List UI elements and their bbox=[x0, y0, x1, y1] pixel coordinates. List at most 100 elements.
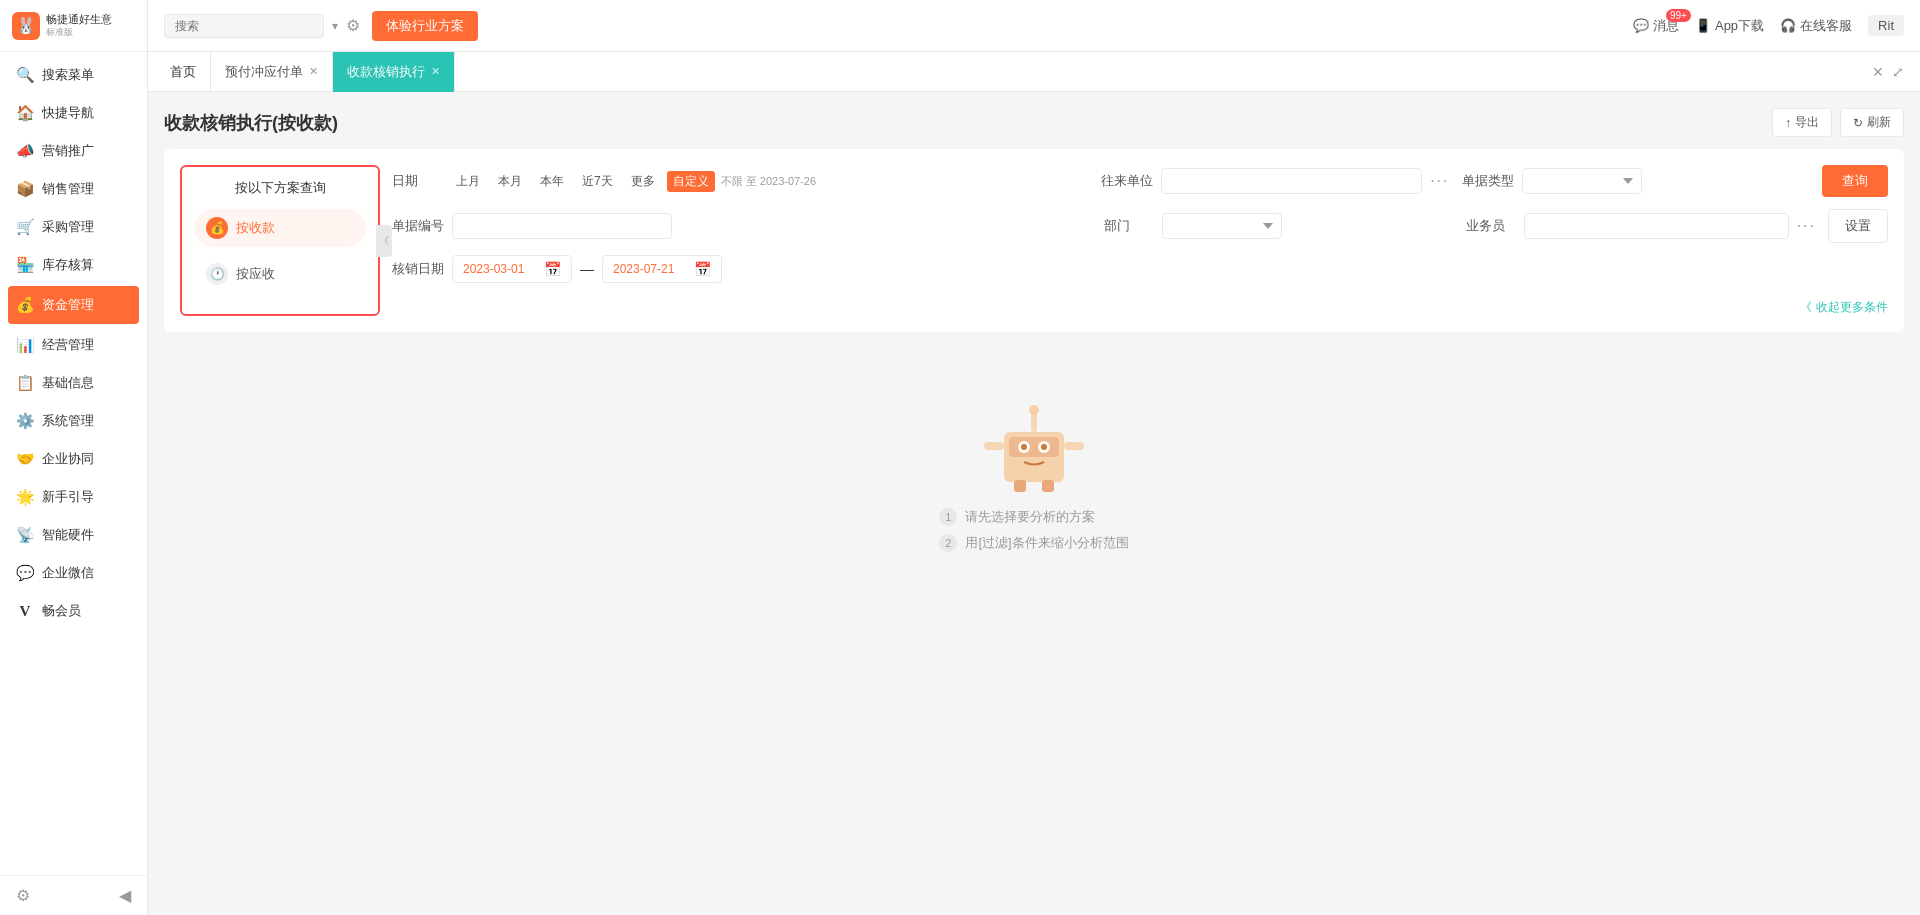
solution-button[interactable]: 体验行业方案 bbox=[372, 11, 478, 41]
staff-more-icon[interactable]: ··· bbox=[1797, 217, 1816, 235]
service-icon: 🎧 bbox=[1780, 18, 1796, 33]
sidebar-item-inventory[interactable]: 🏪 库存核算 bbox=[0, 246, 147, 284]
bill-type-select[interactable] bbox=[1522, 168, 1642, 194]
logo-icon: 🐰 bbox=[12, 12, 40, 40]
partner-label: 往来单位 bbox=[1101, 172, 1153, 190]
tab-receipt-close-icon[interactable]: ✕ bbox=[431, 65, 440, 78]
main-area: ▾ ⚙ 体验行业方案 💬 消息 99+ 📱 App下载 🎧 在线客服 Rit bbox=[148, 0, 1920, 915]
sidebar-item-system-mgmt[interactable]: ⚙️ 系统管理 bbox=[0, 402, 147, 440]
sidebar-item-quick-nav[interactable]: 🏠 快捷导航 bbox=[0, 94, 147, 132]
export-label: 导出 bbox=[1795, 114, 1819, 131]
sidebar-settings-icon[interactable]: ⚙ bbox=[16, 886, 30, 905]
date-shortcut-thisyear[interactable]: 本年 bbox=[534, 171, 570, 192]
filter-option-by-receivable[interactable]: 🕐 按应收 bbox=[194, 255, 366, 293]
gear-icon[interactable]: ⚙ bbox=[346, 16, 360, 35]
page-content: 收款核销执行(按收款) ↑ 导出 ↻ 刷新 按以下方案查询 💰 按收款 bbox=[148, 92, 1920, 915]
date-shortcut-lastmonth[interactable]: 上月 bbox=[450, 171, 486, 192]
sidebar-item-search-menu[interactable]: 🔍 搜索菜单 bbox=[0, 56, 147, 94]
tab-home-label: 首页 bbox=[170, 63, 196, 81]
filter-option-by-receipt[interactable]: 💰 按收款 bbox=[194, 209, 366, 247]
message-icon: 💬 bbox=[1633, 18, 1649, 33]
tip-num-2: 2 bbox=[939, 534, 957, 552]
sidebar-item-fund-mgmt[interactable]: 💰 资金管理 bbox=[8, 286, 139, 324]
sidebar-item-smart-hardware[interactable]: 📡 智能硬件 bbox=[0, 516, 147, 554]
quick-nav-icon: 🏠 bbox=[16, 104, 34, 122]
calendar-start-icon: 📅 bbox=[544, 261, 561, 277]
tab-receipt-offset[interactable]: 收款核销执行 ✕ bbox=[333, 52, 455, 92]
query-button[interactable]: 查询 bbox=[1822, 165, 1888, 197]
page-header: 收款核销执行(按收款) ↑ 导出 ↻ 刷新 bbox=[164, 108, 1904, 137]
date-range-dash: — bbox=[580, 261, 594, 277]
topbar-search-input[interactable] bbox=[164, 14, 324, 38]
tab-expand-icon[interactable]: ⤢ bbox=[1892, 64, 1904, 80]
tab-prepay-flush[interactable]: 预付冲应付单 ✕ bbox=[211, 52, 333, 92]
tab-bar: 首页 预付冲应付单 ✕ 收款核销执行 ✕ ✕ ⤢ bbox=[148, 52, 1920, 92]
partner-more-icon[interactable]: ··· bbox=[1430, 172, 1449, 190]
dept-select[interactable] bbox=[1162, 213, 1282, 239]
user-menu[interactable]: Rit bbox=[1868, 15, 1904, 36]
filter-row-2: 单据编号 部门 业务员 ··· 设置 bbox=[392, 209, 1888, 243]
sidebar-item-marketing[interactable]: 📣 营销推广 bbox=[0, 132, 147, 170]
chevron-down-icon[interactable]: ▾ bbox=[332, 19, 338, 33]
settings-button[interactable]: 设置 bbox=[1828, 209, 1888, 243]
tab-actions: ✕ ⤢ bbox=[1872, 64, 1912, 80]
filter-panel: 按以下方案查询 💰 按收款 🕐 按应收 《 日期 bbox=[164, 149, 1904, 332]
svg-rect-7 bbox=[1064, 442, 1084, 450]
guide-icon: 🌟 bbox=[16, 488, 34, 506]
offset-date-end-input[interactable]: 2023-07-21 📅 bbox=[602, 255, 722, 283]
sidebar-item-enterprise-collab[interactable]: 🤝 企业协同 bbox=[0, 440, 147, 478]
inventory-icon: 🏪 bbox=[16, 256, 34, 274]
tab-prepay-close-icon[interactable]: ✕ bbox=[309, 65, 318, 78]
logo-name: 畅捷通好生意 bbox=[46, 12, 112, 26]
date-shortcut-more[interactable]: 更多 bbox=[625, 171, 661, 192]
offset-date-start-value: 2023-03-01 bbox=[463, 262, 524, 276]
sidebar-item-label: 智能硬件 bbox=[42, 526, 94, 544]
logo-badge: 标准版 bbox=[46, 26, 112, 39]
partner-input[interactable] bbox=[1161, 168, 1422, 194]
sidebar-collapse-icon[interactable]: ◀ bbox=[119, 886, 131, 905]
date-shortcut-group: 上月 本月 本年 近7天 更多 自定义 不限 至 2023-07-26 bbox=[450, 171, 816, 192]
tab-receipt-label: 收款核销执行 bbox=[347, 63, 425, 81]
offset-date-start-input[interactable]: 2023-03-01 📅 bbox=[452, 255, 572, 283]
date-shortcut-7days[interactable]: 近7天 bbox=[576, 171, 619, 192]
app-download-button[interactable]: 📱 App下载 bbox=[1695, 17, 1764, 35]
tab-home[interactable]: 首页 bbox=[156, 52, 211, 92]
wechat-icon: 💬 bbox=[16, 564, 34, 582]
sidebar-item-wechat-biz[interactable]: 💬 企业微信 bbox=[0, 554, 147, 592]
export-icon: ↑ bbox=[1785, 116, 1791, 130]
svg-rect-1 bbox=[1009, 437, 1059, 457]
sidebar-item-basic-info[interactable]: 📋 基础信息 bbox=[0, 364, 147, 402]
page-title: 收款核销执行(按收款) bbox=[164, 111, 338, 135]
service-button[interactable]: 🎧 在线客服 bbox=[1780, 17, 1852, 35]
sales-icon: 📦 bbox=[16, 180, 34, 198]
sidebar-item-vip-member[interactable]: V 畅会员 bbox=[0, 592, 147, 630]
filter-row-1: 日期 上月 本月 本年 近7天 更多 自定义 不限 至 2023-07-26 往… bbox=[392, 165, 1888, 197]
basic-info-icon: 📋 bbox=[16, 374, 34, 392]
tab-close-window-icon[interactable]: ✕ bbox=[1872, 64, 1884, 80]
message-button[interactable]: 💬 消息 99+ bbox=[1633, 17, 1679, 35]
marketing-icon: 📣 bbox=[16, 142, 34, 160]
date-shortcut-custom[interactable]: 自定义 bbox=[667, 171, 715, 192]
export-button[interactable]: ↑ 导出 bbox=[1772, 108, 1832, 137]
collapse-panel-button[interactable]: 《 bbox=[376, 225, 392, 257]
user-label: Rit bbox=[1878, 18, 1894, 33]
sidebar-item-label: 经营管理 bbox=[42, 336, 94, 354]
tip-num-1: 1 bbox=[939, 508, 957, 526]
sidebar-item-sales-mgmt[interactable]: 📦 销售管理 bbox=[0, 170, 147, 208]
sidebar-item-purchase-mgmt[interactable]: 🛒 采购管理 bbox=[0, 208, 147, 246]
svg-rect-9 bbox=[1042, 480, 1054, 492]
sidebar-item-operations-mgmt[interactable]: 📊 经营管理 bbox=[0, 326, 147, 364]
filter-scheme-title: 按以下方案查询 bbox=[194, 179, 366, 197]
filter-field-partner: 往来单位 ··· bbox=[1101, 168, 1450, 194]
date-shortcut-thismonth[interactable]: 本月 bbox=[492, 171, 528, 192]
staff-input[interactable] bbox=[1524, 213, 1789, 239]
sidebar-item-beginner-guide[interactable]: 🌟 新手引导 bbox=[0, 478, 147, 516]
sidebar-item-label: 资金管理 bbox=[42, 296, 94, 314]
collapse-more-button[interactable]: 《 收起更多条件 bbox=[392, 299, 1888, 316]
bill-no-input[interactable] bbox=[452, 213, 672, 239]
sidebar-item-label: 畅会员 bbox=[42, 602, 81, 620]
sidebar-item-label: 营销推广 bbox=[42, 142, 94, 160]
hardware-icon: 📡 bbox=[16, 526, 34, 544]
svg-point-5 bbox=[1041, 444, 1047, 450]
refresh-button[interactable]: ↻ 刷新 bbox=[1840, 108, 1904, 137]
